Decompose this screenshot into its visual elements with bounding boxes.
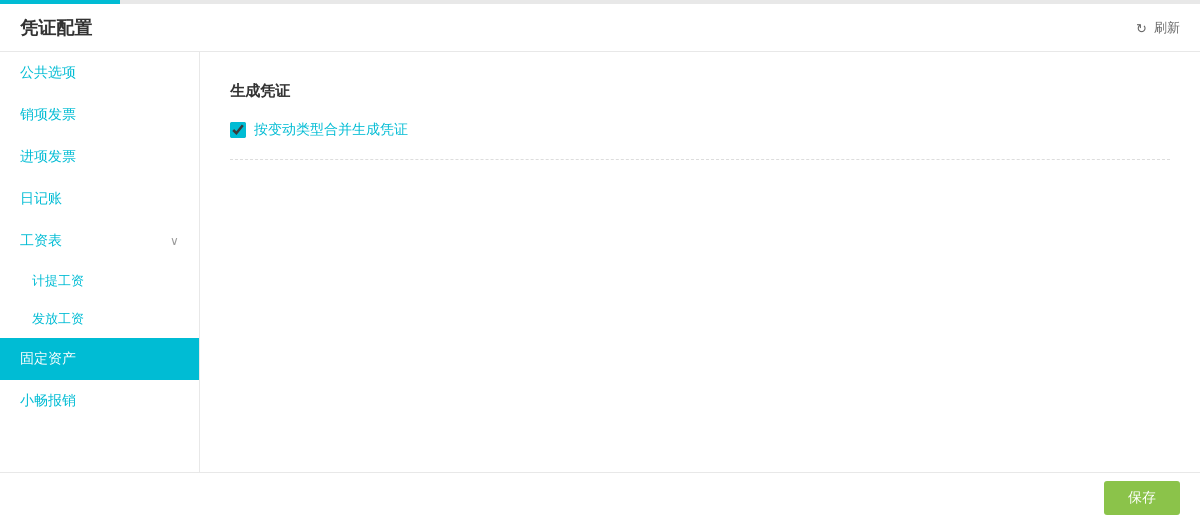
sidebar-item-label: 小畅报销 bbox=[20, 392, 76, 410]
save-button[interactable]: 保存 bbox=[1104, 481, 1180, 515]
refresh-button[interactable]: ↻ 刷新 bbox=[1136, 19, 1180, 37]
section-divider bbox=[230, 159, 1170, 160]
sidebar-item-label: 工资表 bbox=[20, 232, 62, 250]
sidebar-item-public-options[interactable]: 公共选项 bbox=[0, 52, 199, 94]
active-tab-indicator bbox=[0, 0, 120, 4]
sidebar-item-purchase-invoice[interactable]: 进项发票 bbox=[0, 136, 199, 178]
page-header: 凭证配置 ↻ 刷新 bbox=[0, 4, 1200, 52]
section-title: 生成凭证 bbox=[230, 82, 1170, 101]
sidebar-item-label: 销项发票 bbox=[20, 106, 76, 124]
checkbox-label[interactable]: 按变动类型合并生成凭证 bbox=[254, 121, 408, 139]
sidebar-item-expense-report[interactable]: 小畅报销 bbox=[0, 380, 199, 422]
checkbox-row: 按变动类型合并生成凭证 bbox=[230, 121, 1170, 139]
sidebar-item-issued-payroll[interactable]: 发放工资 bbox=[0, 300, 199, 338]
sidebar-item-label: 公共选项 bbox=[20, 64, 76, 82]
page-wrapper: 凭证配置 ↻ 刷新 公共选项 销项发票 进项发票 日记账 工资表 ∨ bbox=[0, 0, 1200, 522]
content-area: 生成凭证 按变动类型合并生成凭证 bbox=[200, 52, 1200, 472]
sidebar-item-label: 计提工资 bbox=[32, 272, 84, 290]
page-footer: 保存 bbox=[0, 472, 1200, 522]
sidebar-item-accrued-payroll[interactable]: 计提工资 bbox=[0, 262, 199, 300]
sidebar-item-label: 发放工资 bbox=[32, 310, 84, 328]
sidebar-item-fixed-assets[interactable]: 固定资产 bbox=[0, 338, 199, 380]
sidebar-item-journal[interactable]: 日记账 bbox=[0, 178, 199, 220]
sidebar-item-label: 固定资产 bbox=[20, 350, 76, 368]
sidebar-item-label: 日记账 bbox=[20, 190, 62, 208]
chevron-down-icon: ∨ bbox=[170, 234, 179, 248]
page-title: 凭证配置 bbox=[20, 16, 92, 40]
top-tab-bar bbox=[0, 0, 1200, 4]
sidebar-item-payroll-table[interactable]: 工资表 ∨ bbox=[0, 220, 199, 262]
refresh-label: 刷新 bbox=[1154, 19, 1180, 37]
main-layout: 公共选项 销项发票 进项发票 日记账 工资表 ∨ 计提工资 发放工资 bbox=[0, 52, 1200, 472]
refresh-icon: ↻ bbox=[1136, 21, 1150, 35]
sidebar: 公共选项 销项发票 进项发票 日记账 工资表 ∨ 计提工资 发放工资 bbox=[0, 52, 200, 472]
sidebar-item-label: 进项发票 bbox=[20, 148, 76, 166]
merge-by-type-checkbox[interactable] bbox=[230, 122, 246, 138]
sidebar-item-sales-invoice[interactable]: 销项发票 bbox=[0, 94, 199, 136]
